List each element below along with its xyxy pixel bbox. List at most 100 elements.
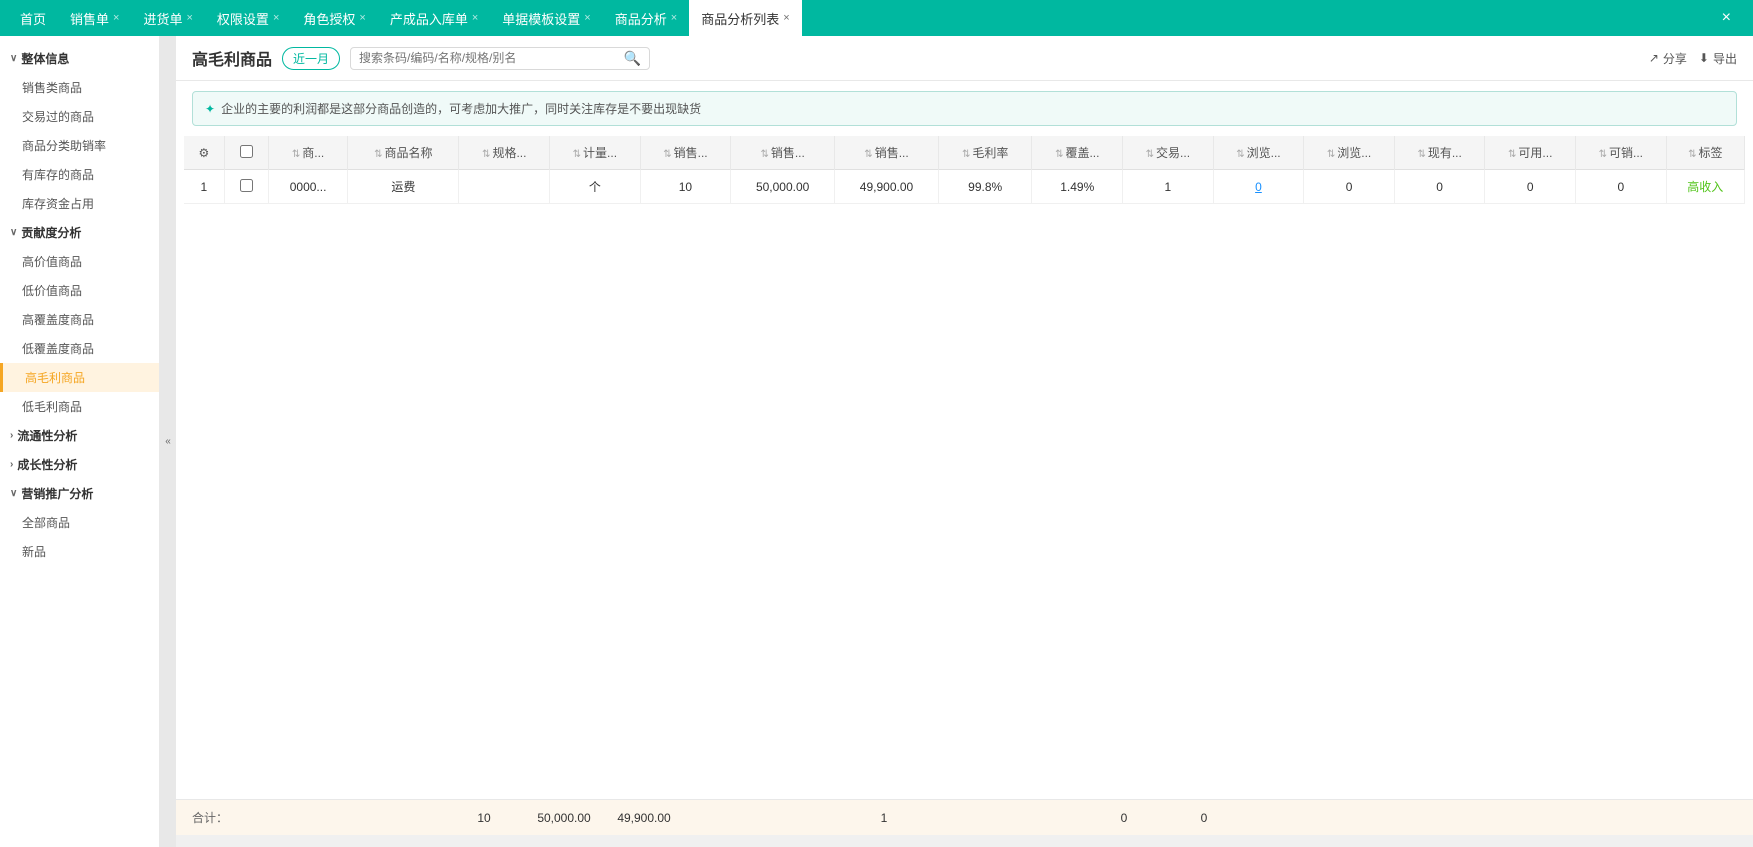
nav-close-进货单[interactable]: × xyxy=(186,12,192,24)
nav-item-商品分析列表[interactable]: 商品分析列表 × xyxy=(689,0,801,36)
col-header-trade_count[interactable]: 交易... xyxy=(1123,136,1214,170)
sidebar-item-高毛利商品[interactable]: 高毛利商品 xyxy=(0,363,159,392)
search-input[interactable] xyxy=(359,51,624,65)
horizontal-scrollbar[interactable] xyxy=(176,835,1753,847)
cell-view1[interactable]: 0 xyxy=(1213,170,1304,204)
col-header-gross_margin[interactable]: 毛利率 xyxy=(938,136,1032,170)
window-close-button[interactable]: × xyxy=(1708,0,1745,36)
col-header-available_stock[interactable]: 可用... xyxy=(1485,136,1576,170)
sidebar-item-低覆盖度商品[interactable]: 低覆盖度商品 xyxy=(0,334,159,363)
arrow-icon: ∨ xyxy=(10,53,17,64)
col-header-unit[interactable]: 计量... xyxy=(550,136,641,170)
nav-item-首页[interactable]: 首页 xyxy=(8,0,58,36)
col-header-sale_profit[interactable]: 销售... xyxy=(835,136,939,170)
col-header-sale_qty[interactable]: 销售... xyxy=(640,136,731,170)
sidebar-item-全部商品[interactable]: 全部商品 xyxy=(0,508,159,537)
nav-item-角色授权[interactable]: 角色授权 × xyxy=(291,0,377,36)
nav-item-产成品入库单[interactable]: 产成品入库单 × xyxy=(378,0,490,36)
sort-icon-gross_margin xyxy=(962,146,972,160)
sidebar-item-低毛利商品[interactable]: 低毛利商品 xyxy=(0,392,159,421)
sidebar-item-销售类商品[interactable]: 销售类商品 xyxy=(0,73,159,102)
col-header-settings: ⚙ xyxy=(184,136,224,170)
col-header-view2[interactable]: 浏览... xyxy=(1304,136,1395,170)
col-header-checkbox xyxy=(224,136,268,170)
sidebar-item-高价值商品[interactable]: 高价值商品 xyxy=(0,247,159,276)
col-header-current_stock[interactable]: 现有... xyxy=(1394,136,1485,170)
cell-sale_qty: 10 xyxy=(640,170,731,204)
sidebar-item-商品分类助销率[interactable]: 商品分类助销率 xyxy=(0,131,159,160)
nav-item-权限设置[interactable]: 权限设置 × xyxy=(205,0,291,36)
sidebar-group-贡献度分析[interactable]: ∨贡献度分析 xyxy=(0,218,159,247)
footer-current-stock: 0 xyxy=(1084,811,1164,825)
sort-icon-sale_profit xyxy=(864,146,874,160)
sidebar-item-库存资金占用[interactable]: 库存资金占用 xyxy=(0,189,159,218)
search-box: 🔍 xyxy=(350,47,650,70)
sidebar-collapse-button[interactable]: « xyxy=(160,36,176,847)
nav-close-商品分析列表[interactable]: × xyxy=(783,12,789,24)
cell-available_stock: 0 xyxy=(1485,170,1576,204)
sidebar-item-新品[interactable]: 新品 xyxy=(0,537,159,566)
cell-coverage: 1.49% xyxy=(1032,170,1123,204)
sidebar-group-流通性分析[interactable]: ›流通性分析 xyxy=(0,421,159,450)
nav-item-单据模板设置[interactable]: 单据模板设置 × xyxy=(490,0,602,36)
main-container: ∨整体信息销售类商品交易过的商品商品分类助销率有库存的商品库存资金占用∨贡献度分… xyxy=(0,36,1753,847)
nav-close-单据模板设置[interactable]: × xyxy=(584,12,590,24)
nav-close-产成品入库单[interactable]: × xyxy=(472,12,478,24)
nav-close-商品分析[interactable]: × xyxy=(671,12,677,24)
page-title: 高毛利商品 xyxy=(192,46,272,70)
cell-sale_profit: 49,900.00 xyxy=(835,170,939,204)
sidebar-group-整体信息[interactable]: ∨整体信息 xyxy=(0,44,159,73)
cell-name: 运费 xyxy=(348,170,459,204)
footer-label: 合计： xyxy=(192,809,228,826)
sidebar-wrapper: ∨整体信息销售类商品交易过的商品商品分类助销率有库存的商品库存资金占用∨贡献度分… xyxy=(0,36,176,847)
cell-view2: 0 xyxy=(1304,170,1395,204)
cell-trade_count: 1 xyxy=(1123,170,1214,204)
nav-close-权限设置[interactable]: × xyxy=(273,12,279,24)
cell-spec xyxy=(459,170,550,204)
sidebar-group-成长性分析[interactable]: ›成长性分析 xyxy=(0,450,159,479)
nav-item-进货单[interactable]: 进货单 × xyxy=(131,0,204,36)
content-header: 高毛利商品 近一月 🔍 ↗ 分享 ⬇ 导出 xyxy=(176,36,1753,81)
sort-icon-tag xyxy=(1688,146,1698,160)
footer-sale-qty-val: 10 xyxy=(444,811,524,825)
col-header-tag[interactable]: 标签 xyxy=(1666,136,1744,170)
export-button[interactable]: ⬇ 导出 xyxy=(1699,50,1737,67)
col-header-code[interactable]: 商... xyxy=(268,136,347,170)
window-controls: × xyxy=(1708,0,1745,36)
table-footer: 合计： 10 50,000.00 49,900.00 1 0 0 xyxy=(176,799,1753,835)
info-banner-text: 企业的主要的利润都是这部分商品创造的，可考虑加大推广，同时关注库存是不要出现缺货 xyxy=(221,100,701,117)
col-header-saleable_stock[interactable]: 可销... xyxy=(1576,136,1667,170)
search-icon[interactable]: 🔍 xyxy=(624,50,641,67)
sort-icon-sale_amount xyxy=(760,146,770,160)
nav-item-商品分析[interactable]: 商品分析 × xyxy=(603,0,689,36)
table-row: 10000...运费个1050,000.0049,900.0099.8%1.49… xyxy=(184,170,1745,204)
nav-item-销售单[interactable]: 销售单 × xyxy=(58,0,131,36)
export-label: 导出 xyxy=(1713,50,1737,67)
sidebar-item-高覆盖度商品[interactable]: 高覆盖度商品 xyxy=(0,305,159,334)
col-header-sale_amount[interactable]: 销售... xyxy=(731,136,835,170)
nav-close-销售单[interactable]: × xyxy=(113,12,119,24)
settings-icon[interactable]: ⚙ xyxy=(198,146,209,160)
cell-unit: 个 xyxy=(550,170,641,204)
col-header-name[interactable]: 商品名称 xyxy=(348,136,459,170)
view-link[interactable]: 0 xyxy=(1255,180,1262,194)
sort-icon-unit xyxy=(573,146,583,160)
sidebar-group-营销推广分析[interactable]: ∨营销推广分析 xyxy=(0,479,159,508)
sidebar-item-低价值商品[interactable]: 低价值商品 xyxy=(0,276,159,305)
period-button[interactable]: 近一月 xyxy=(282,47,340,70)
arrow-icon: › xyxy=(10,430,13,441)
sort-icon-view2 xyxy=(1327,146,1337,160)
share-button[interactable]: ↗ 分享 xyxy=(1649,50,1687,67)
row-checkbox[interactable] xyxy=(240,179,253,192)
cell-checkbox[interactable] xyxy=(224,170,268,204)
col-header-spec[interactable]: 规格... xyxy=(459,136,550,170)
sidebar-item-交易过的商品[interactable]: 交易过的商品 xyxy=(0,102,159,131)
sidebar-item-有库存的商品[interactable]: 有库存的商品 xyxy=(0,160,159,189)
select-all-checkbox[interactable] xyxy=(240,145,253,158)
footer-trade-count: 1 xyxy=(844,811,924,825)
share-label: 分享 xyxy=(1663,50,1687,67)
col-header-view1[interactable]: 浏览... xyxy=(1213,136,1304,170)
nav-close-角色授权[interactable]: × xyxy=(359,12,365,24)
col-header-coverage[interactable]: 覆盖... xyxy=(1032,136,1123,170)
table-wrapper[interactable]: ⚙商...商品名称规格...计量...销售...销售...销售...毛利率覆盖.… xyxy=(176,136,1753,799)
